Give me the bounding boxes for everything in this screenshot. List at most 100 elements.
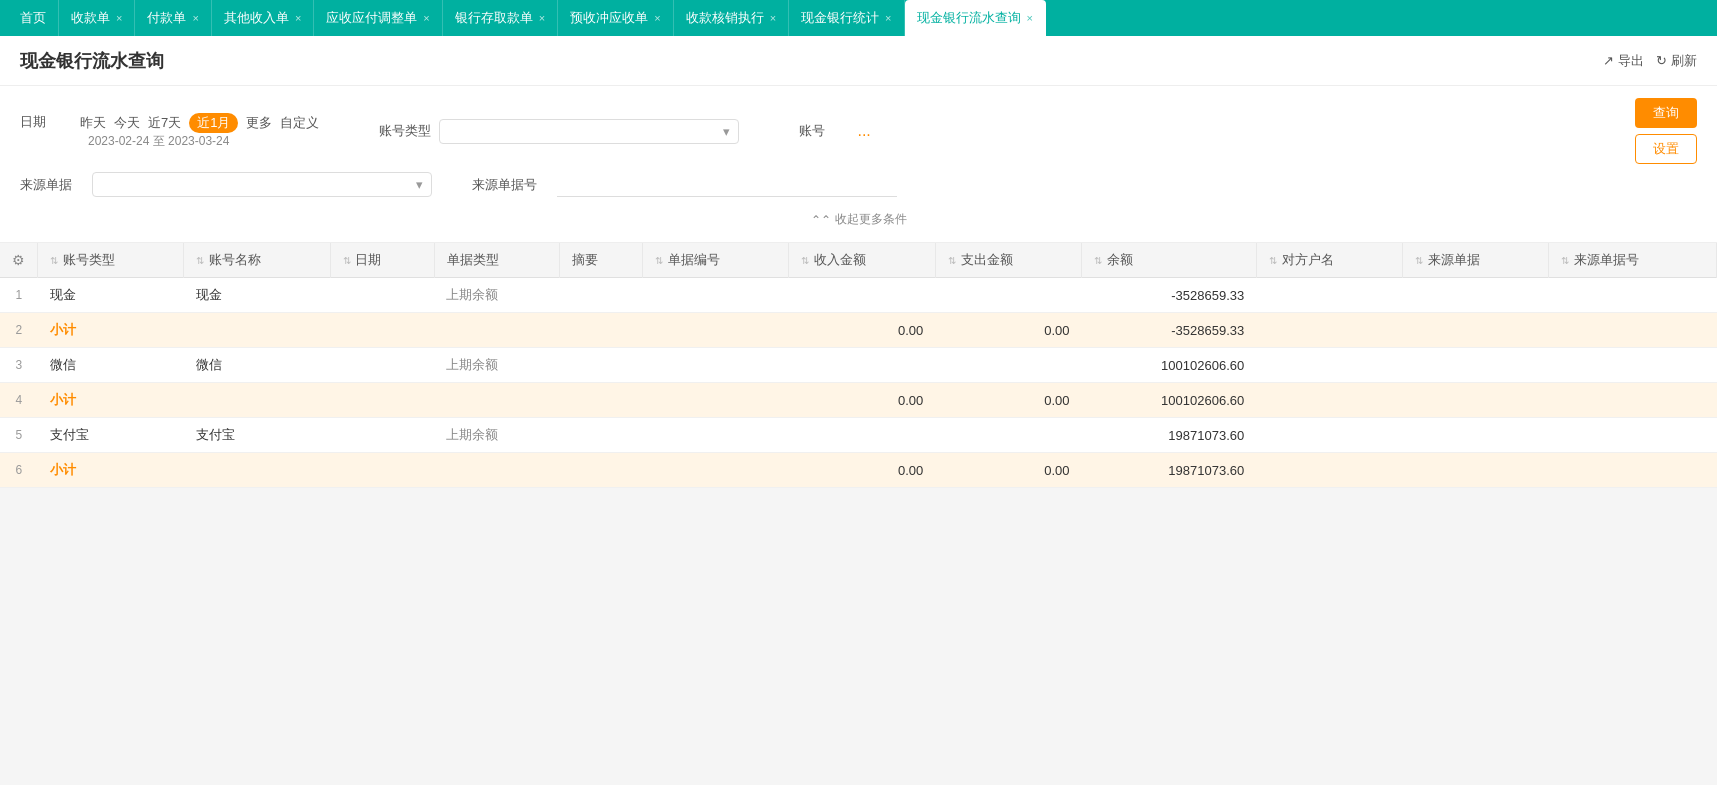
cell-source_doc xyxy=(1403,278,1549,313)
cell-summary xyxy=(560,278,643,313)
date-filter-group: 日期 昨天今天近7天近1月更多自定义 2023-02-24 至 2023-03-… xyxy=(20,113,319,150)
close-icon[interactable]: × xyxy=(116,12,122,24)
cell-balance: 100102606.60 xyxy=(1082,383,1257,418)
nav-item-银行存取款单[interactable]: 银行存取款单× xyxy=(443,0,558,36)
cell-income xyxy=(789,348,935,383)
cell-account_name xyxy=(184,313,330,348)
table-row: 3微信微信上期余额100102606.60 xyxy=(0,348,1717,383)
source-doc-select[interactable]: ▾ xyxy=(92,172,432,197)
account-type-select[interactable]: ▾ xyxy=(439,119,739,144)
cell-income xyxy=(789,278,935,313)
cell-source_doc_no xyxy=(1549,418,1717,453)
date-shortcut-近7天[interactable]: 近7天 xyxy=(148,114,181,132)
col-header-balance[interactable]: ⇅ 余额 xyxy=(1082,243,1257,278)
close-icon[interactable]: × xyxy=(654,12,660,24)
col-header-doc_no[interactable]: ⇅ 单据编号 xyxy=(643,243,789,278)
table-row: 2小计0.000.00-3528659.33 xyxy=(0,313,1717,348)
date-shortcut-今天[interactable]: 今天 xyxy=(114,114,140,132)
account-dots[interactable]: ... xyxy=(857,122,870,140)
table-header: ⚙⇅ 账号类型⇅ 账号名称⇅ 日期单据类型摘要⇅ 单据编号⇅ 收入金额⇅ 支出金… xyxy=(0,243,1717,278)
cell-expense xyxy=(935,418,1081,453)
date-shortcut-自定义[interactable]: 自定义 xyxy=(280,114,319,132)
account-label: 账号 xyxy=(799,122,849,140)
cell-account_type: 小计 xyxy=(38,313,184,348)
query-button[interactable]: 查询 xyxy=(1635,98,1697,128)
collapse-bar[interactable]: ⌃⌃ 收起更多条件 xyxy=(20,205,1697,230)
cell-summary xyxy=(560,418,643,453)
nav-item-现金银行流水查询[interactable]: 现金银行流水查询× xyxy=(905,0,1046,36)
nav-item-应收应付调整单[interactable]: 应收应付调整单× xyxy=(314,0,442,36)
col-label-account_name: 账号名称 xyxy=(209,252,261,267)
cell-balance: 19871073.60 xyxy=(1082,453,1257,488)
sort-arrows-icon: ⇅ xyxy=(1269,255,1280,266)
col-header-income[interactable]: ⇅ 收入金额 xyxy=(789,243,935,278)
cell-counterpart xyxy=(1256,453,1402,488)
date-shortcut-更多[interactable]: 更多 xyxy=(246,114,272,132)
col-header-source_doc[interactable]: ⇅ 来源单据 xyxy=(1403,243,1549,278)
nav-item-收款核销执行[interactable]: 收款核销执行× xyxy=(674,0,789,36)
cell-income xyxy=(789,418,935,453)
cell-source_doc_no xyxy=(1549,278,1717,313)
nav-item-付款单[interactable]: 付款单× xyxy=(135,0,211,36)
source-doc-label: 来源单据 xyxy=(20,176,72,194)
sort-arrows-icon: ⇅ xyxy=(343,255,354,266)
cell-source_doc xyxy=(1403,418,1549,453)
close-icon[interactable]: × xyxy=(1027,12,1033,24)
filter-row-1: 日期 昨天今天近7天近1月更多自定义 2023-02-24 至 2023-03-… xyxy=(20,98,1697,164)
source-doc-no-label: 来源单据号 xyxy=(472,176,537,194)
cell-income: 0.00 xyxy=(789,453,935,488)
cell-source_doc xyxy=(1403,383,1549,418)
cell-counterpart xyxy=(1256,278,1402,313)
collapse-label: 收起更多条件 xyxy=(835,211,907,228)
cell-source_doc_no xyxy=(1549,348,1717,383)
col-header-counterpart[interactable]: ⇅ 对方户名 xyxy=(1256,243,1402,278)
refresh-button[interactable]: ↻ 刷新 xyxy=(1656,52,1697,70)
table-container: ⚙⇅ 账号类型⇅ 账号名称⇅ 日期单据类型摘要⇅ 单据编号⇅ 收入金额⇅ 支出金… xyxy=(0,243,1717,488)
nav-item-首页[interactable]: 首页 xyxy=(8,0,59,36)
cell-doc_no xyxy=(643,313,789,348)
sort-arrows-icon: ⇅ xyxy=(1415,255,1426,266)
cell-expense: 0.00 xyxy=(935,453,1081,488)
row-settings-cell: 2 xyxy=(0,313,38,348)
cell-income: 0.00 xyxy=(789,313,935,348)
nav-item-现金银行统计[interactable]: 现金银行统计× xyxy=(789,0,904,36)
col-header-account_type[interactable]: ⇅ 账号类型 xyxy=(38,243,184,278)
sort-arrows-icon: ⇅ xyxy=(1094,255,1105,266)
close-icon[interactable]: × xyxy=(423,12,429,24)
close-icon[interactable]: × xyxy=(295,12,301,24)
cell-expense: 0.00 xyxy=(935,383,1081,418)
row-settings-cell: 6 xyxy=(0,453,38,488)
close-icon[interactable]: × xyxy=(539,12,545,24)
cell-expense xyxy=(935,348,1081,383)
cell-doc_type: 上期余额 xyxy=(434,348,559,383)
cell-counterpart xyxy=(1256,348,1402,383)
cell-source_doc_no xyxy=(1549,383,1717,418)
source-doc-no-input[interactable] xyxy=(557,173,897,197)
date-shortcut-昨天[interactable]: 昨天 xyxy=(80,114,106,132)
cell-doc_no xyxy=(643,278,789,313)
page-title: 现金银行流水查询 xyxy=(20,49,164,73)
col-header-account_name[interactable]: ⇅ 账号名称 xyxy=(184,243,330,278)
cell-doc_no xyxy=(643,418,789,453)
nav-item-其他收入单[interactable]: 其他收入单× xyxy=(212,0,314,36)
cell-doc_no xyxy=(643,348,789,383)
nav-item-收款单[interactable]: 收款单× xyxy=(59,0,135,36)
table-row: 5支付宝支付宝上期余额19871073.60 xyxy=(0,418,1717,453)
col-label-source_doc: 来源单据 xyxy=(1428,252,1480,267)
cell-doc_no xyxy=(643,383,789,418)
col-header-source_doc_no[interactable]: ⇅ 来源单据号 xyxy=(1549,243,1717,278)
table-row: 6小计0.000.0019871073.60 xyxy=(0,453,1717,488)
close-icon[interactable]: × xyxy=(885,12,891,24)
cell-date xyxy=(330,383,434,418)
date-shortcut-近1月[interactable]: 近1月 xyxy=(189,113,238,133)
settings-button[interactable]: 设置 xyxy=(1635,134,1697,164)
export-button[interactable]: ↗ 导出 xyxy=(1603,52,1644,70)
cell-source_doc xyxy=(1403,348,1549,383)
col-header-expense[interactable]: ⇅ 支出金额 xyxy=(935,243,1081,278)
nav-item-预收冲应收单[interactable]: 预收冲应收单× xyxy=(558,0,673,36)
close-icon[interactable]: × xyxy=(770,12,776,24)
close-icon[interactable]: × xyxy=(192,12,198,24)
gear-icon[interactable]: ⚙ xyxy=(12,252,25,268)
cell-account_name: 现金 xyxy=(184,278,330,313)
col-header-date[interactable]: ⇅ 日期 xyxy=(330,243,434,278)
